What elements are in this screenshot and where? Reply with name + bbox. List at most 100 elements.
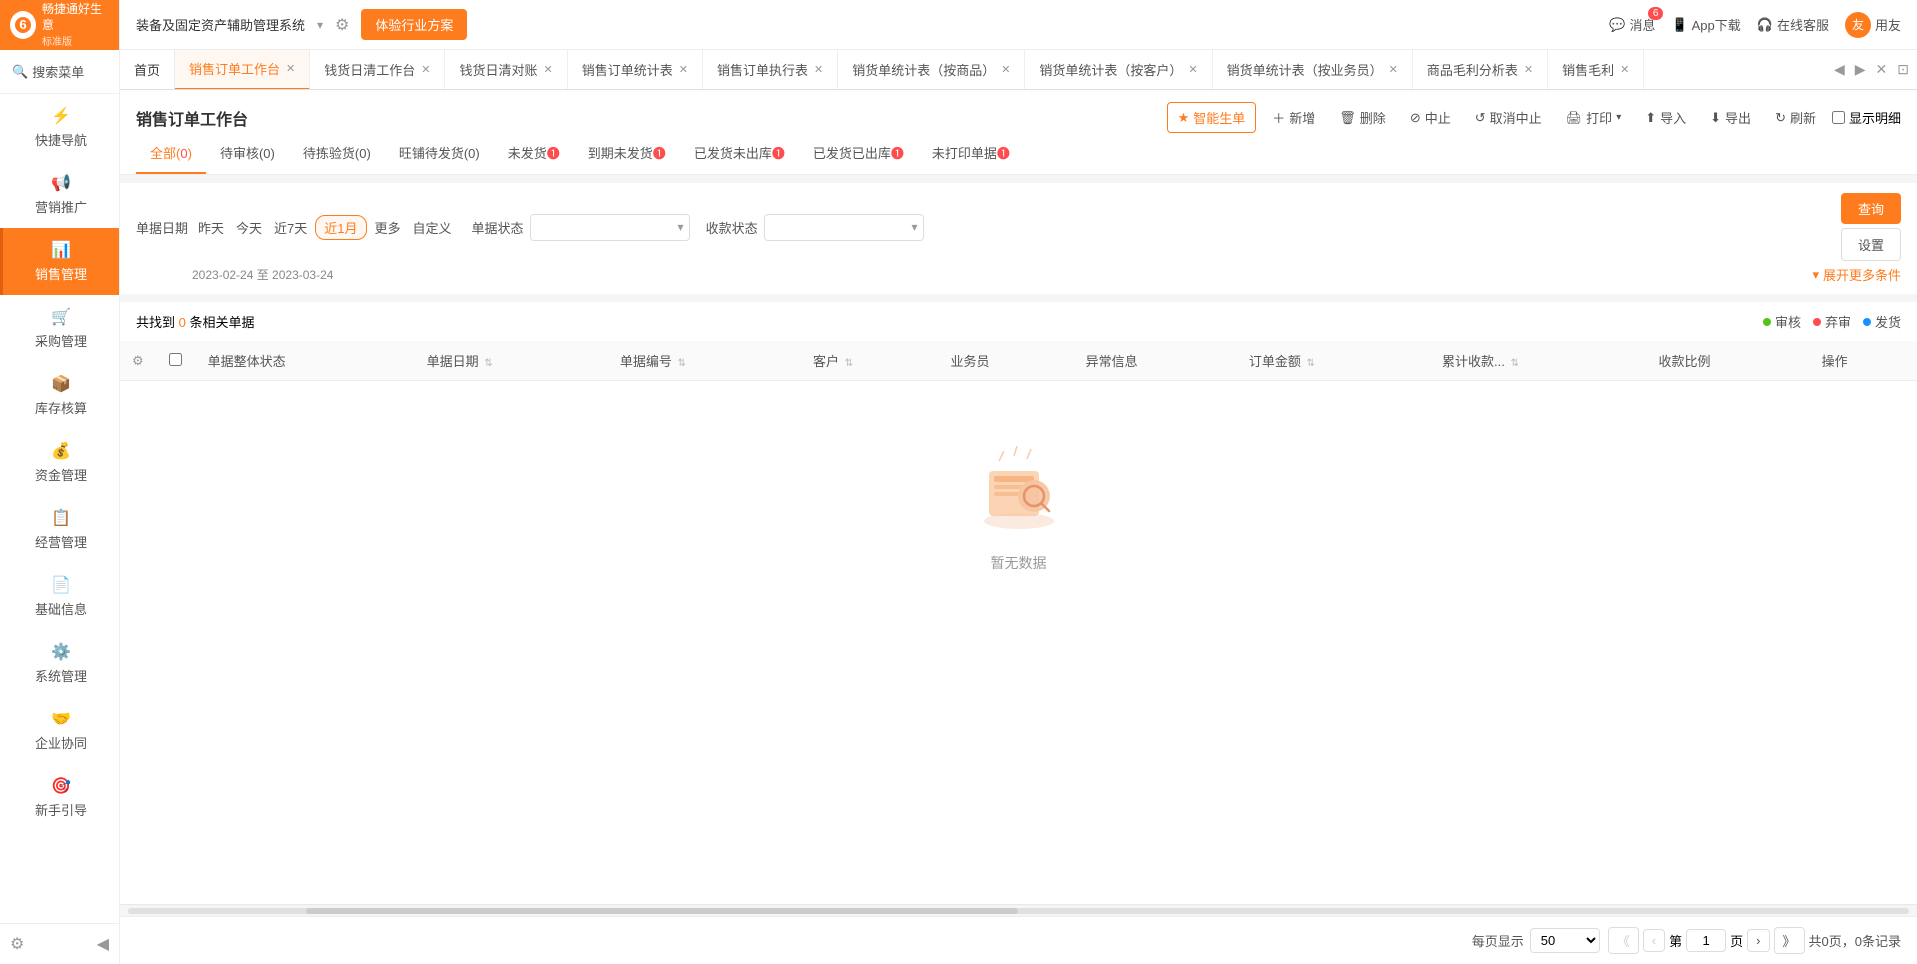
date-custom[interactable]: 自定义 <box>409 216 456 239</box>
batch-review-button[interactable]: 审核 <box>1763 312 1801 331</box>
sidebar-item-operations[interactable]: 📋 经营管理 <box>0 496 119 563</box>
sidebar-item-label: 营销推广 <box>35 197 87 216</box>
user-menu[interactable]: 友 用友 <box>1845 12 1901 38</box>
status-select[interactable] <box>530 214 690 241</box>
col-checkbox[interactable] <box>156 341 196 381</box>
tab-sales-product-stats[interactable]: 销货单统计表（按商品） ✕ <box>838 50 1025 90</box>
sidebar-search[interactable]: 🔍 搜索菜单 <box>0 50 119 94</box>
tab-close-sales-product-stats[interactable]: ✕ <box>1001 63 1010 76</box>
gear-button[interactable]: ⚙ <box>335 15 349 35</box>
refresh-icon: ↻ <box>1775 110 1786 126</box>
date-1month[interactable]: 近1月 <box>315 215 366 240</box>
date-yesterday[interactable]: 昨天 <box>194 216 228 239</box>
col-settings[interactable]: ⚙ <box>120 341 156 381</box>
tab-nav-prev[interactable]: ◀ <box>1830 59 1849 80</box>
date-today[interactable]: 今天 <box>232 216 266 239</box>
tab-cash-daily[interactable]: 钱货日清工作台 ✕ <box>310 50 445 90</box>
settings-button[interactable]: ⚙ <box>10 934 24 954</box>
add-button[interactable]: ＋ 新增 <box>1264 103 1323 132</box>
sidebar-item-sales[interactable]: 📊 销售管理 <box>0 228 119 295</box>
subtab-pending-inspect[interactable]: 待拣验货(0) <box>289 133 385 174</box>
date-more[interactable]: 更多 <box>371 216 405 239</box>
tab-sales-customer-stats[interactable]: 销货单统计表（按客户） ✕ <box>1025 50 1212 90</box>
tab-close-sales-customer-stats[interactable]: ✕ <box>1188 63 1197 76</box>
collapse-button[interactable]: ◀ <box>97 934 109 954</box>
tab-close-gross-margin[interactable]: ✕ <box>1524 63 1533 76</box>
batch-cancel-button[interactable]: 弃审 <box>1813 312 1851 331</box>
expand-filter-button[interactable]: ▾ 展开更多条件 <box>1812 265 1901 284</box>
subtab-not-printed[interactable]: 未打印单据❶ <box>918 133 1024 174</box>
show-detail-checkbox[interactable] <box>1832 111 1845 124</box>
tab-nav-next[interactable]: ▶ <box>1851 59 1870 80</box>
sidebar-item-quick-nav[interactable]: ⚡ 快捷导航 <box>0 94 119 161</box>
tab-close-sales-staff-stats[interactable]: ✕ <box>1389 63 1398 76</box>
tab-sales-stats[interactable]: 销售订单统计表 ✕ <box>568 50 703 90</box>
tab-sales-exec[interactable]: 销售订单执行表 ✕ <box>703 50 838 90</box>
subtab-wangpu-pending[interactable]: 旺铺待发货(0) <box>385 133 494 174</box>
sidebar-item-finance[interactable]: 💰 资金管理 <box>0 429 119 496</box>
sidebar-item-marketing[interactable]: 📢 营销推广 <box>0 161 119 228</box>
subtab-shipped-out[interactable]: 已发货已出库❶ <box>799 133 918 174</box>
delete-button[interactable]: 🗑 删除 <box>1331 103 1394 132</box>
sidebar-item-basic[interactable]: 📄 基础信息 <box>0 563 119 630</box>
tab-sales-staff-stats[interactable]: 销货单统计表（按业务员） ✕ <box>1213 50 1413 90</box>
select-all-checkbox[interactable] <box>169 353 182 366</box>
subtab-pending-review[interactable]: 待审核(0) <box>206 133 289 174</box>
sidebar-item-inventory[interactable]: 📦 库存核算 <box>0 362 119 429</box>
tab-sales-workbench[interactable]: 销售订单工作台 ✕ <box>175 50 310 90</box>
tab-close-sales-workbench[interactable]: ✕ <box>286 62 295 75</box>
search-menu-button[interactable]: 🔍 搜索菜单 <box>8 58 111 85</box>
tab-cash-reconcile[interactable]: 钱货日清对账 ✕ <box>445 50 567 90</box>
batch-ship-button[interactable]: 发货 <box>1863 312 1901 331</box>
cancel-pause-button[interactable]: ↺ 取消中止 <box>1467 103 1550 132</box>
scrollbar-track[interactable] <box>128 908 1909 914</box>
pause-button[interactable]: ⊘ 中止 <box>1402 103 1459 132</box>
tab-sales-more[interactable]: 销售毛利 ✕ <box>1548 50 1644 90</box>
online-service-button[interactable]: 🎧 在线客服 <box>1757 15 1829 34</box>
sidebar-item-enterprise[interactable]: 🤝 企业协同 <box>0 697 119 764</box>
subtab-shipped-not-out[interactable]: 已发货未出库❶ <box>680 133 799 174</box>
subtab-not-shipped[interactable]: 未发货❶ <box>494 133 574 174</box>
page-prev-button[interactable]: ‹ <box>1643 929 1665 952</box>
tab-home[interactable]: 首页 <box>120 50 175 90</box>
show-detail-label[interactable]: 显示明细 <box>1832 108 1901 127</box>
tab-close-cash-daily[interactable]: ✕ <box>421 63 430 76</box>
sidebar-item-purchase[interactable]: 🛒 采购管理 <box>0 295 119 362</box>
print-button[interactable]: 🖨 打印 ▾ <box>1558 103 1630 132</box>
col-collected[interactable]: 累计收款... ⇅ <box>1430 341 1646 381</box>
tab-close-all[interactable]: ✕ <box>1872 59 1892 80</box>
col-number[interactable]: 单据编号 ⇅ <box>608 341 801 381</box>
sidebar-item-guide[interactable]: 🎯 新手引导 <box>0 764 119 831</box>
refresh-button[interactable]: ↻ 刷新 <box>1767 103 1824 132</box>
tab-close-cash-reconcile[interactable]: ✕ <box>544 63 553 76</box>
tab-gross-margin[interactable]: 商品毛利分析表 ✕ <box>1413 50 1548 90</box>
tab-menu[interactable]: ⊡ <box>1893 59 1913 80</box>
import-button[interactable]: ⬆ 导入 <box>1637 103 1694 132</box>
col-date[interactable]: 单据日期 ⇅ <box>415 341 608 381</box>
smart-create-button[interactable]: ★ 智能生单 <box>1167 102 1257 133</box>
subtab-all[interactable]: 全部(0) <box>136 133 206 174</box>
page-input[interactable] <box>1686 929 1726 952</box>
per-page-select[interactable]: 50 10 20 100 <box>1530 928 1600 953</box>
tab-close-sales-exec[interactable]: ✕ <box>814 63 823 76</box>
message-button[interactable]: 💬 消息 6 <box>1609 15 1655 34</box>
date-group: 昨天 今天 近7天 近1月 更多 自定义 <box>194 215 456 240</box>
page-next-button[interactable]: › <box>1747 929 1769 952</box>
export-button[interactable]: ⬇ 导出 <box>1702 103 1759 132</box>
scrollbar-thumb[interactable] <box>306 908 1018 914</box>
solution-button[interactable]: 体验行业方案 <box>361 9 467 40</box>
page-first-button[interactable]: 《 <box>1608 927 1639 954</box>
sidebar-item-system[interactable]: ⚙️ 系统管理 <box>0 630 119 697</box>
col-customer[interactable]: 客户 ⇅ <box>801 341 938 381</box>
setting-button[interactable]: 设置 <box>1841 228 1901 261</box>
page-last-button[interactable]: 》 <box>1774 927 1805 954</box>
payment-select[interactable] <box>764 214 924 241</box>
tab-close-sales-stats[interactable]: ✕ <box>679 63 688 76</box>
date-7days[interactable]: 近7天 <box>270 216 311 239</box>
subtab-overdue-not-shipped[interactable]: 到期未发货❶ <box>574 133 680 174</box>
col-amount[interactable]: 订单金额 ⇅ <box>1237 341 1430 381</box>
app-download-button[interactable]: 📱 App下载 <box>1671 15 1740 34</box>
query-button[interactable]: 查询 <box>1841 193 1901 224</box>
sidebar-item-label: 库存核算 <box>35 398 87 417</box>
tab-close-sales-more[interactable]: ✕ <box>1620 63 1629 76</box>
